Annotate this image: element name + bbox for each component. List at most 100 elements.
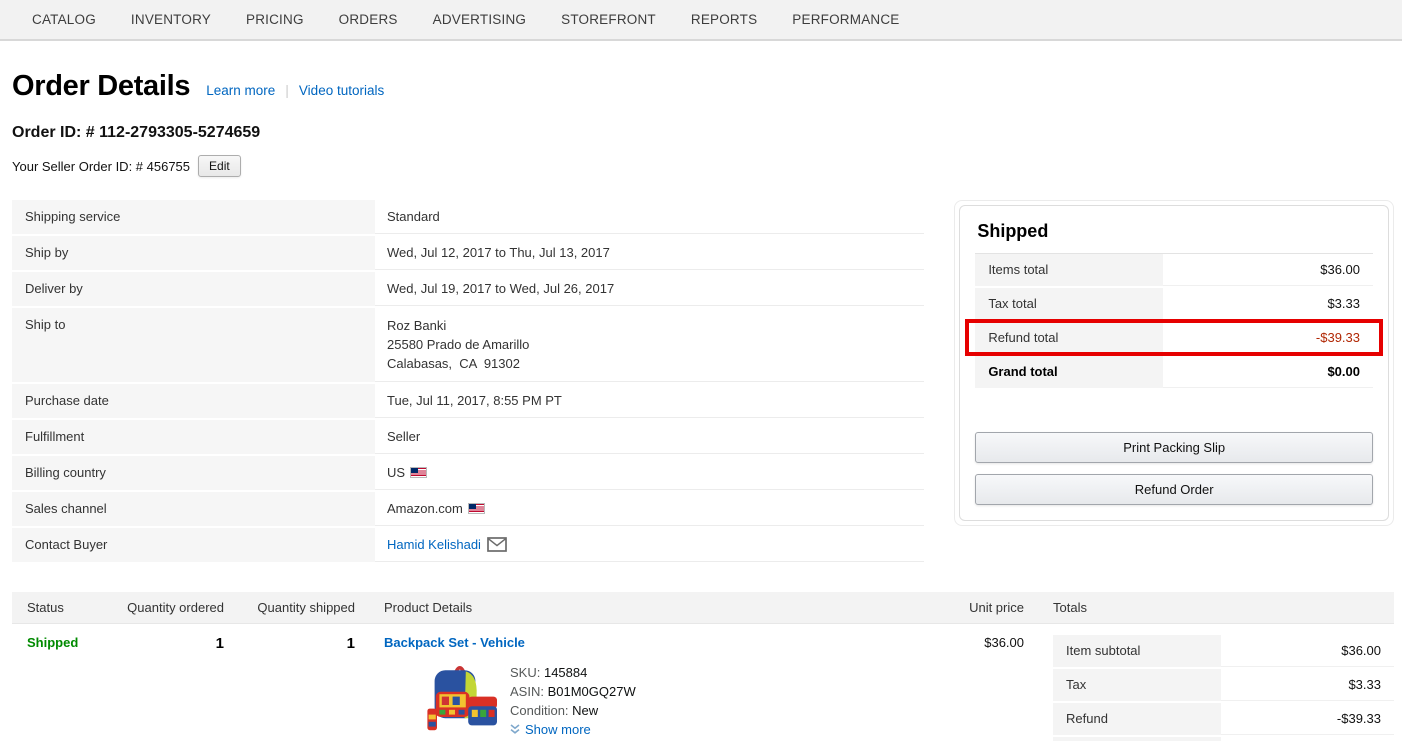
shipment-totals-table: Items total $36.00 Tax total $3.33 Refun… <box>965 253 1383 390</box>
us-flag-icon <box>467 503 485 514</box>
nav-item-storefront[interactable]: STOREFRONT <box>561 12 656 27</box>
items-table-header: Status Quantity ordered Quantity shipped… <box>12 592 1394 624</box>
nav-item-orders[interactable]: ORDERS <box>339 12 398 27</box>
ship-to-label: Ship to <box>12 308 375 382</box>
unit-price-column-header: Unit price <box>969 600 1024 615</box>
table-row: Purchase date Tue, Jul 11, 2017, 8:55 PM… <box>12 384 925 420</box>
page-header: Order Details Learn more | Video tutoria… <box>12 70 1394 103</box>
seller-order-id-row: Your Seller Order ID: # 456755 Edit <box>12 155 1394 177</box>
contact-buyer-link[interactable]: Hamid Kelishadi <box>387 536 507 553</box>
ship-to-city-state-zip: Calabasas, CA 91302 <box>387 356 520 371</box>
product-body: SKU: 145884 ASIN: B01M0GQ27W Condition: … <box>384 663 926 740</box>
contact-buyer-label: Contact Buyer <box>12 528 375 562</box>
print-packing-slip-button[interactable]: Print Packing Slip <box>975 432 1373 463</box>
tax-total-value: $3.33 <box>1163 288 1373 320</box>
condition-label: Condition: <box>510 703 569 718</box>
table-row: Items total $36.00 <box>975 254 1373 288</box>
table-row: Sales channel Amazon.com <box>12 492 925 528</box>
items-total-label: Items total <box>975 254 1164 286</box>
product-condition-row: Condition: New <box>510 701 636 720</box>
video-tutorials-link[interactable]: Video tutorials <box>299 83 384 98</box>
item-product-details: Backpack Set - Vehicle SKU: 145884 ASIN:… <box>355 635 926 741</box>
page-content: Order Details Learn more | Video tutoria… <box>0 70 1402 741</box>
deliver-by-value: Wed, Jul 19, 2017 to Wed, Jul 26, 2017 <box>375 272 925 306</box>
table-row: Item subtotal $36.00 <box>1053 635 1394 669</box>
refund-order-button[interactable]: Refund Order <box>975 474 1373 505</box>
table-row: Contact Buyer Hamid Kelishadi <box>12 528 925 564</box>
table-row: Tax $3.33 <box>1053 669 1394 703</box>
totals-column-header: Totals <box>1053 600 1087 615</box>
deliver-by-label: Deliver by <box>12 272 375 306</box>
table-row: Tax total $3.33 <box>975 288 1373 322</box>
fulfillment-label: Fulfillment <box>12 420 375 454</box>
nav-item-advertising[interactable]: ADVERTISING <box>433 12 526 27</box>
refund-total-label: Refund total <box>975 322 1164 354</box>
ship-by-label: Ship by <box>12 236 375 270</box>
item-refund-value: -$39.33 <box>1221 703 1394 735</box>
edit-seller-order-id-button[interactable]: Edit <box>198 155 241 177</box>
us-flag-icon <box>410 467 428 478</box>
qty-shipped-column-header: Quantity shipped <box>257 600 355 615</box>
product-image[interactable] <box>422 663 500 740</box>
chevron-double-down-icon[interactable] <box>510 724 520 735</box>
item-refund-label: Refund <box>1053 703 1221 735</box>
ship-to-street: 25580 Prado de Amarillo <box>387 337 530 352</box>
top-navigation: CATALOG INVENTORY PRICING ORDERS ADVERTI… <box>0 0 1402 41</box>
nav-item-performance[interactable]: PERFORMANCE <box>792 12 899 27</box>
envelope-icon[interactable] <box>487 537 507 552</box>
fulfillment-value: Seller <box>375 420 925 454</box>
grand-total-value: $0.00 <box>1163 356 1373 388</box>
ship-to-address: Roz Banki 25580 Prado de Amarillo Calaba… <box>375 308 925 382</box>
nav-item-reports[interactable]: REPORTS <box>691 12 757 27</box>
item-subtotal-label: Item subtotal <box>1053 635 1221 667</box>
table-row: Grand total $0.00 <box>975 356 1373 390</box>
shipment-summary-panel: Shipped Items total $36.00 Tax total $3.… <box>959 205 1389 521</box>
order-id-heading: Order ID: # 112-2793305-5274659 <box>12 124 261 141</box>
nav-item-catalog[interactable]: CATALOG <box>32 12 96 27</box>
table-row: Fulfillment Seller <box>12 420 925 456</box>
product-details-column-header: Product Details <box>384 600 473 615</box>
shipment-actions: Print Packing Slip Refund Order <box>975 432 1373 505</box>
show-more-row: Show more <box>510 720 636 740</box>
refund-total-value: -$39.33 <box>1163 322 1373 354</box>
shipment-summary-outer: Shipped Items total $36.00 Tax total $3.… <box>954 200 1394 526</box>
nav-item-inventory[interactable]: INVENTORY <box>131 12 211 27</box>
main-columns: Shipping service Standard Ship by Wed, J… <box>12 200 1394 564</box>
product-asin-row: ASIN: B01M0GQ27W <box>510 682 636 701</box>
show-more-label[interactable]: Show more <box>525 720 591 739</box>
ship-by-value: Wed, Jul 12, 2017 to Thu, Jul 13, 2017 <box>375 236 925 270</box>
item-totals: Item subtotal $36.00 Tax $3.33 Refund -$… <box>1024 635 1394 741</box>
items-total-value: $36.00 <box>1163 254 1373 286</box>
tax-total-label: Tax total <box>975 288 1164 320</box>
table-row: Refund total -$39.33 <box>965 319 1383 356</box>
sales-channel-label: Sales channel <box>12 492 375 526</box>
table-row: Billing country US <box>12 456 925 492</box>
ship-to-name: Roz Banki <box>387 318 447 333</box>
table-row: Shipped 1 1 Backpack Set - Vehicle SKU: … <box>12 624 1394 741</box>
item-status: Shipped <box>27 635 79 650</box>
item-totals-table: Item subtotal $36.00 Tax $3.33 Refund -$… <box>1053 635 1394 741</box>
shipment-status-title: Shipped <box>977 221 1049 241</box>
buyer-name[interactable]: Hamid Kelishadi <box>387 536 481 553</box>
page-title: Order Details <box>12 70 191 102</box>
learn-more-link[interactable]: Learn more <box>206 83 275 98</box>
grand-total-label: Grand total <box>975 356 1164 388</box>
product-meta: SKU: 145884 ASIN: B01M0GQ27W Condition: … <box>510 663 636 740</box>
qty-ordered-column-header: Quantity ordered <box>127 600 224 615</box>
contact-buyer-value: Hamid Kelishadi <box>375 528 925 562</box>
product-title-link[interactable]: Backpack Set - Vehicle <box>384 635 525 650</box>
shipping-service-label: Shipping service <box>12 200 375 234</box>
sales-channel-value: Amazon.com <box>375 492 925 526</box>
sales-channel-name: Amazon.com <box>387 501 463 516</box>
item-tax-label: Tax <box>1053 669 1221 701</box>
item-total-label: Item total <box>1053 737 1221 741</box>
shipping-service-value: Standard <box>375 200 925 234</box>
billing-country-code: US <box>387 465 406 480</box>
item-qty-shipped: 1 <box>346 635 355 652</box>
item-unit-price: $36.00 <box>984 635 1024 650</box>
show-more-link[interactable]: Show more <box>510 720 591 739</box>
purchase-date-label: Purchase date <box>12 384 375 418</box>
purchase-date-value: Tue, Jul 11, 2017, 8:55 PM PT <box>375 384 925 418</box>
condition-value: New <box>572 703 599 718</box>
nav-item-pricing[interactable]: PRICING <box>246 12 304 27</box>
